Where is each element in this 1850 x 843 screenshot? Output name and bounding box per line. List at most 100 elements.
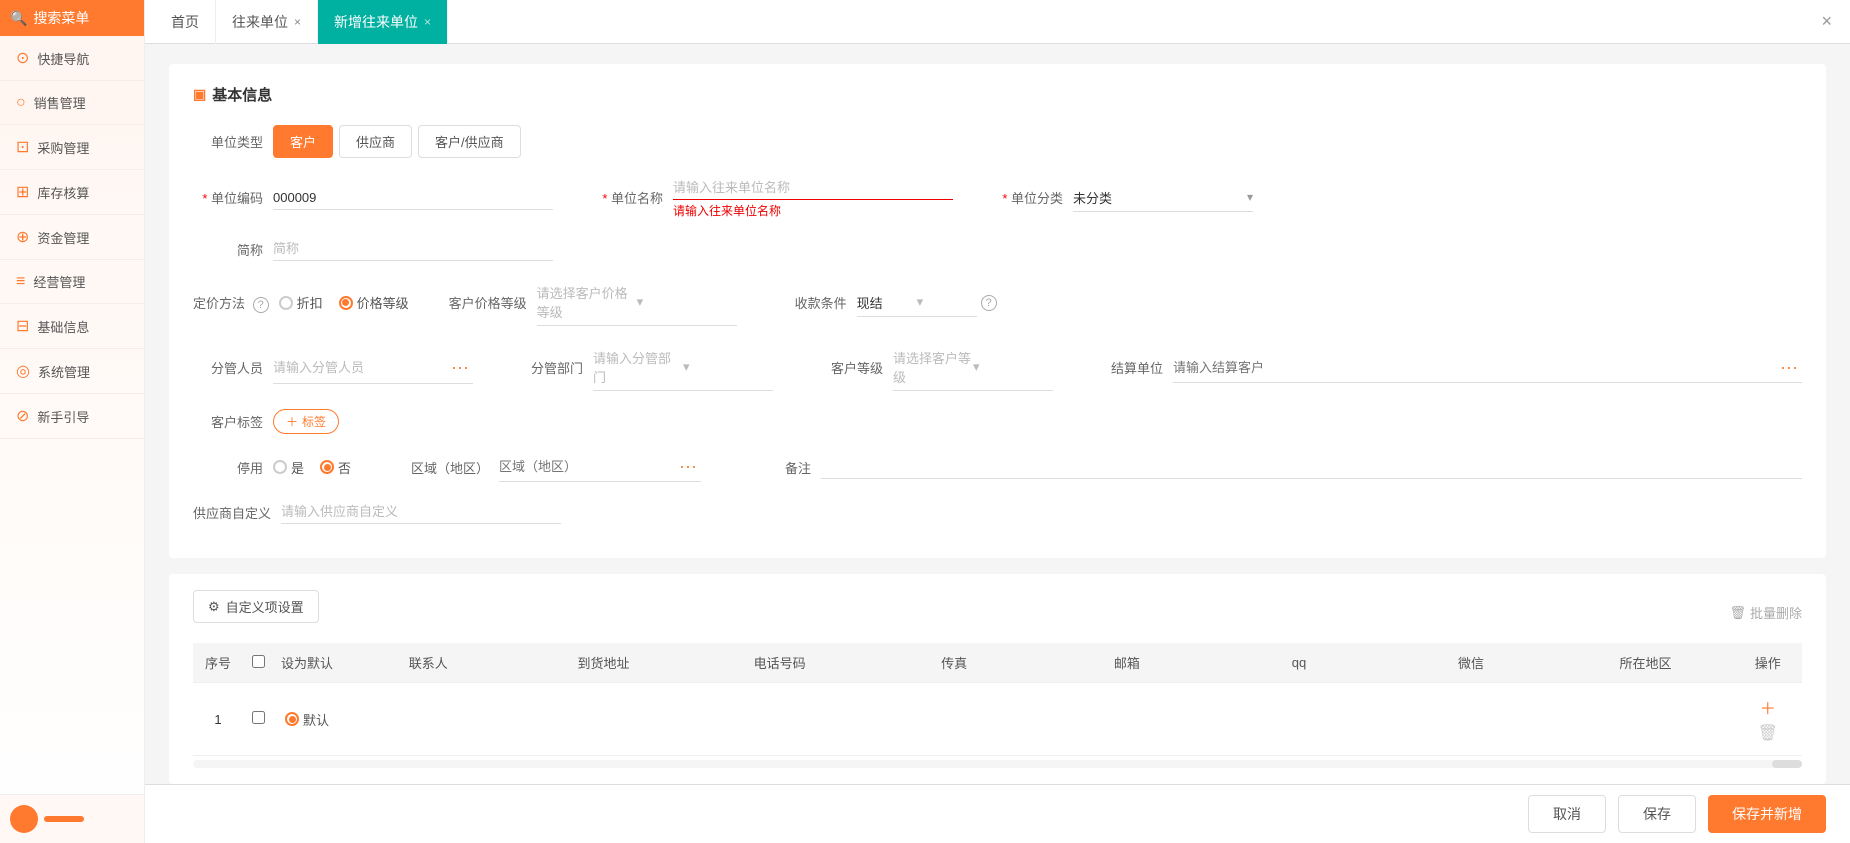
cancel-button[interactable]: 取消 <box>1528 795 1606 833</box>
select-all-checkbox[interactable] <box>252 655 265 668</box>
sidebar-item-operations[interactable]: ≡ 经营管理 <box>0 260 144 304</box>
search-icon: 🔍 <box>10 10 27 27</box>
pricing-help-icon[interactable]: ? <box>253 297 269 313</box>
tab-new-partner[interactable]: 新增往来单位 × <box>318 0 448 44</box>
search-menu[interactable]: 🔍 搜索菜单 <box>0 0 144 36</box>
main-content: 首页 往来单位 × 新增往来单位 × × ▣ 基本信息 单位类型 客户 供应商 <box>145 0 1850 843</box>
tab-home[interactable]: 首页 <box>155 0 216 44</box>
unit-name-input[interactable] <box>673 176 953 200</box>
row-add-btn[interactable]: ＋ <box>1756 693 1780 721</box>
payment-condition-field[interactable]: 现结 ▾ <box>857 289 977 317</box>
radio-price-level[interactable]: 价格等级 <box>339 293 409 312</box>
system-icon: ◎ <box>16 361 30 381</box>
supplier-custom-input[interactable] <box>281 500 561 524</box>
sidebar-item-quick-nav[interactable]: ⊙ 快捷导航 <box>0 36 144 81</box>
row-email-input[interactable] <box>1049 712 1206 727</box>
payment-condition-value: 现结 <box>857 293 917 312</box>
disable-row: 停用 是 否 区域（地区） ··· 备注 <box>193 452 1802 482</box>
dept-field[interactable]: 请输入分管部门 ▾ <box>593 344 773 391</box>
radio-no-label: 否 <box>338 458 351 477</box>
sidebar-item-label: 系统管理 <box>38 362 90 381</box>
unit-code-input[interactable] <box>273 186 553 210</box>
region-more-btn[interactable]: ··· <box>675 456 701 477</box>
row-wechat-input[interactable] <box>1393 712 1550 727</box>
dept-placeholder: 请输入分管部门 <box>593 348 683 386</box>
radio-yes[interactable]: 是 <box>273 458 304 477</box>
manager-input[interactable] <box>273 356 447 379</box>
customer-price-level-field[interactable]: 请选择客户价格等级 ▾ <box>537 279 737 326</box>
row-checkbox-cell <box>243 683 273 756</box>
add-tag-plus: ＋ <box>286 413 298 430</box>
col-action: 操作 <box>1734 643 1802 683</box>
payment-condition-arrow: ▾ <box>917 294 977 310</box>
btn-both[interactable]: 客户/供应商 <box>418 125 521 158</box>
region-input[interactable] <box>499 459 675 474</box>
row-region-input[interactable] <box>1565 712 1725 727</box>
disable-radio-group: 是 否 <box>273 458 351 477</box>
btn-supplier[interactable]: 供应商 <box>339 125 412 158</box>
pricing-row: 定价方法 ? 折扣 价格等级 客户价格等级 请选择客户价格等级 <box>193 279 1802 326</box>
row-phone[interactable] <box>692 683 868 756</box>
manager-row: 分管人员 ··· 分管部门 请输入分管部门 ▾ 客户等级 请选择客户等级 ▾ 结… <box>193 344 1802 391</box>
custom-settings-button[interactable]: ⚙ 自定义项设置 <box>193 590 319 623</box>
col-seq: 序号 <box>193 643 243 683</box>
sidebar-item-system[interactable]: ◎ 系统管理 <box>0 349 144 394</box>
add-tag-button[interactable]: ＋ 标签 <box>273 409 339 434</box>
col-checkbox <box>243 643 273 683</box>
radio-yes-label: 是 <box>291 458 304 477</box>
sidebar-item-finance[interactable]: ⊕ 资金管理 <box>0 215 144 260</box>
section-title-icon: ▣ <box>193 86 206 103</box>
row-delete-btn[interactable]: 🗑 <box>1754 721 1782 745</box>
row-checkbox[interactable] <box>252 711 265 724</box>
row-default-radio[interactable]: 默认 <box>281 710 333 729</box>
row-contact-input[interactable] <box>349 712 507 727</box>
sidebar-item-guide[interactable]: ⊘ 新手引导 <box>0 394 144 439</box>
row-fax-input[interactable] <box>876 712 1033 727</box>
batch-delete-icon: 🗑 <box>1729 605 1746 621</box>
row-qq-input[interactable] <box>1221 712 1376 727</box>
tabbar-close-all[interactable]: × <box>1813 11 1840 32</box>
sidebar-bottom <box>0 794 144 843</box>
save-new-button[interactable]: 保存并新增 <box>1708 795 1826 833</box>
payment-help-icon[interactable]: ? <box>981 295 997 311</box>
page-content: ▣ 基本信息 单位类型 客户 供应商 客户/供应商 单位编码 单位名称 <box>145 44 1850 784</box>
row-address-input[interactable] <box>523 712 683 727</box>
row-qq[interactable] <box>1213 683 1384 756</box>
sidebar-item-label: 库存核算 <box>37 183 89 202</box>
row-region[interactable] <box>1557 683 1733 756</box>
remark-input[interactable] <box>821 459 1802 474</box>
btn-customer[interactable]: 客户 <box>273 125 333 158</box>
radio-price-level-label: 价格等级 <box>357 293 409 312</box>
row-wechat[interactable] <box>1385 683 1558 756</box>
radio-discount[interactable]: 折扣 <box>279 293 323 312</box>
abbr-label: 简称 <box>193 240 273 259</box>
unit-category-label: 单位分类 <box>993 188 1073 207</box>
row-contact[interactable] <box>341 683 515 756</box>
settlement-more-btn[interactable]: ··· <box>1776 357 1802 378</box>
manager-more-btn[interactable]: ··· <box>447 357 473 378</box>
sidebar-item-sales[interactable]: ○ 销售管理 <box>0 81 144 125</box>
unit-name-error: 请输入往来单位名称 <box>673 202 953 219</box>
settlement-unit-input[interactable] <box>1173 360 1776 375</box>
sidebar-item-basic[interactable]: ⊟ 基础信息 <box>0 304 144 349</box>
row-phone-input[interactable] <box>700 712 860 727</box>
radio-no[interactable]: 否 <box>320 458 351 477</box>
radio-price-level-circle <box>339 296 353 310</box>
batch-delete-btn[interactable]: 🗑 批量删除 <box>1729 603 1802 622</box>
unit-code-name-row: 单位编码 单位名称 请输入往来单位名称 单位分类 未分类 ▾ <box>193 176 1802 219</box>
tab-home-label: 首页 <box>171 12 199 32</box>
row-fax[interactable] <box>868 683 1041 756</box>
sidebar-item-inventory[interactable]: ⊞ 库存核算 <box>0 170 144 215</box>
customer-level-field[interactable]: 请选择客户等级 ▾ <box>893 344 1053 391</box>
row-address[interactable] <box>515 683 691 756</box>
tab-partners[interactable]: 往来单位 × <box>216 0 318 44</box>
sidebar-item-purchase[interactable]: ⊡ 采购管理 <box>0 125 144 170</box>
tab-partners-close[interactable]: × <box>294 15 301 29</box>
region-field: ··· <box>499 452 701 482</box>
tab-new-partner-close[interactable]: × <box>424 15 431 29</box>
row-email[interactable] <box>1041 683 1214 756</box>
save-button[interactable]: 保存 <box>1618 795 1696 833</box>
unit-code-label: 单位编码 <box>193 188 273 207</box>
unit-category-field[interactable]: 未分类 ▾ <box>1073 184 1253 212</box>
abbr-input[interactable] <box>273 237 553 261</box>
